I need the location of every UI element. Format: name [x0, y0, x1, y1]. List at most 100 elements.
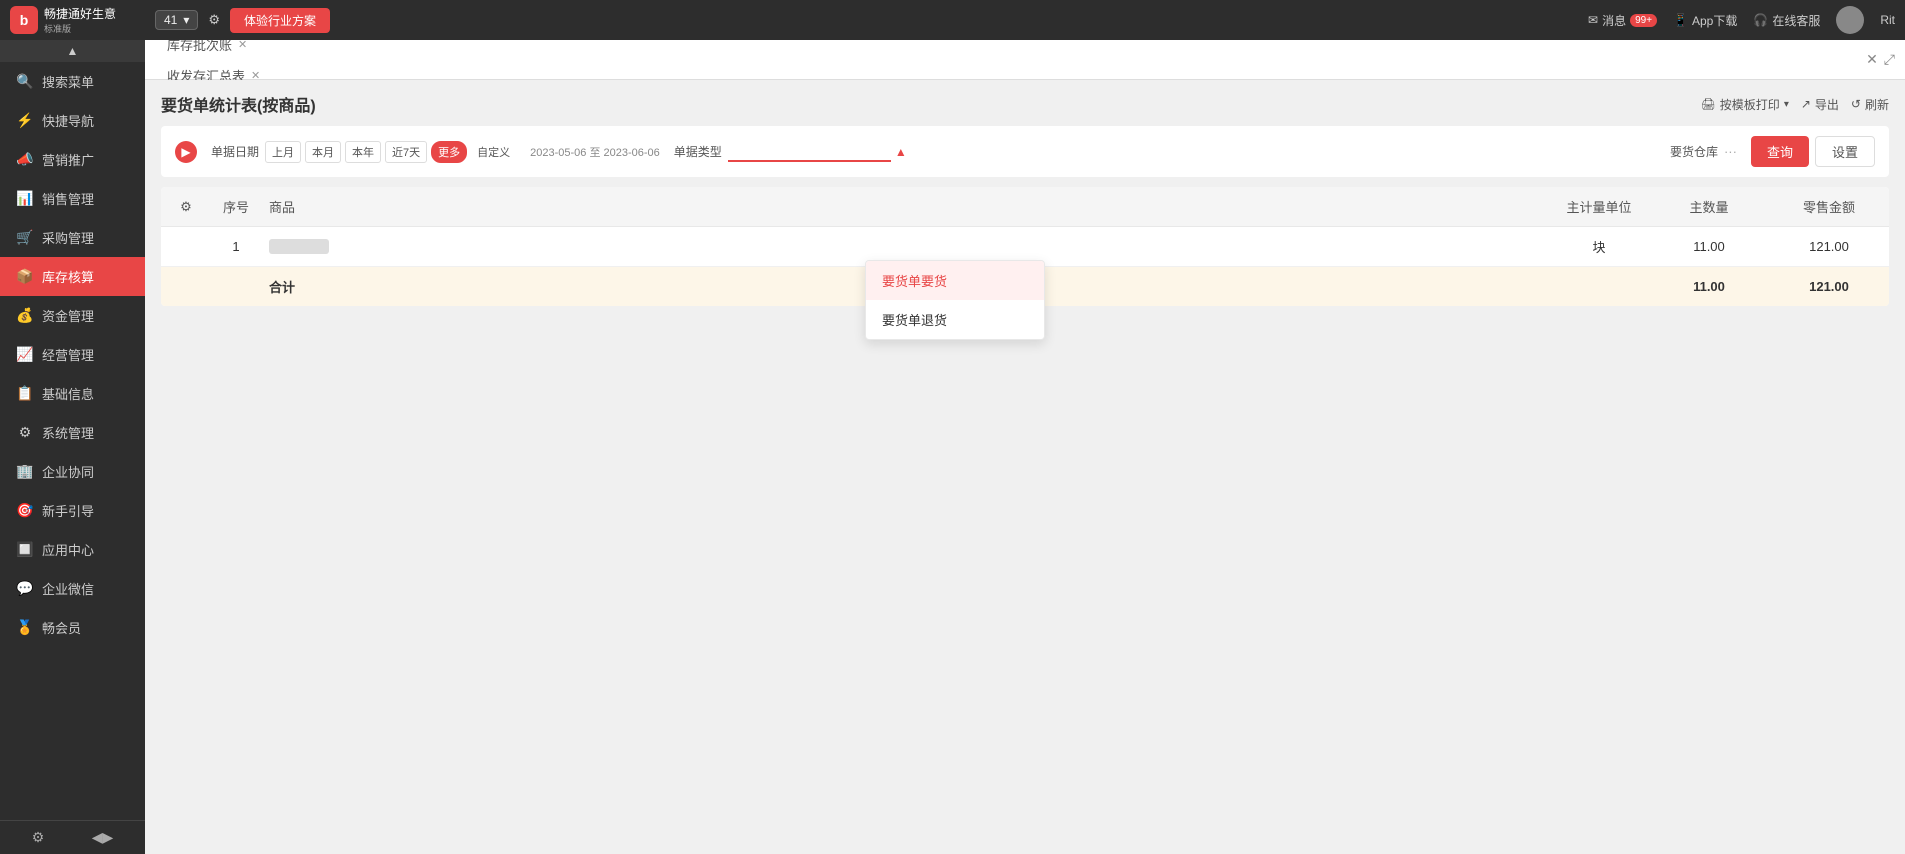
settings-bottom-icon[interactable]: ⚙ [32, 829, 45, 846]
product-name-blurred: ██ ████ [269, 239, 329, 254]
sidebar-item-sales[interactable]: 📊 销售管理 [0, 179, 145, 218]
tab-batch[interactable]: 库存批次账✕ [155, 40, 272, 60]
filter-panel: ▶ 单据日期 上月 本月 本年 近7天 更多 自定义 2023-05-06 至 … [161, 126, 1889, 177]
collapse-icon[interactable]: ◀▶ [92, 829, 114, 846]
sidebar-item-app-center[interactable]: 🔲 应用中心 [0, 530, 145, 569]
settings-button[interactable]: 设置 [1815, 136, 1875, 167]
message-icon: ✉ [1588, 13, 1598, 27]
sidebar-item-basic[interactable]: 📋 基础信息 [0, 374, 145, 413]
finance-icon: 💰 [16, 307, 34, 325]
app-download-item[interactable]: 📱 App下载 [1673, 12, 1737, 29]
order-type-select-wrap: ▲ [728, 142, 907, 162]
order-type-input[interactable] [728, 142, 891, 162]
page-actions: 🖨 按模板打印 ▾ ↗ 导出 ↺ 刷新 [1701, 96, 1889, 113]
header-unit: 主计量单位 [1549, 187, 1649, 226]
date-range-display: 2023-05-06 至 2023-06-06 [530, 144, 660, 160]
filter-date-group: 单据日期 上月 本月 本年 近7天 更多 自定义 [211, 141, 516, 163]
warehouse-more-icon[interactable]: ··· [1724, 144, 1737, 159]
dropdown-item-order-return[interactable]: 要货单退货 [866, 300, 1044, 339]
sidebar-item-finance[interactable]: 💰 资金管理 [0, 296, 145, 335]
sidebar: ▲ 🔍 搜索菜单 ⚡ 快捷导航 📣 营销推广 📊 销售管理 🛒 采购管理 📦 库… [0, 40, 145, 854]
store-selector[interactable]: 41 ▾ [155, 10, 198, 30]
filter-actions: 查询 设置 [1751, 136, 1875, 167]
refresh-icon: ↺ [1851, 97, 1861, 111]
header-settings[interactable]: ⚙ [161, 187, 211, 226]
query-button[interactable]: 查询 [1751, 136, 1809, 167]
cur-year-btn[interactable]: 本年 [345, 141, 381, 163]
sidebar-item-search[interactable]: 🔍 搜索菜单 [0, 62, 145, 101]
messages-item[interactable]: ✉ 消息 99+ [1588, 12, 1657, 29]
sidebar-label-purchase: 采购管理 [42, 228, 94, 247]
sidebar-item-inventory[interactable]: 📦 库存核算 [0, 257, 145, 296]
content-area: 首页库存批次账✕收发存汇总表✕要货单统计表✕ ✕ ⤢ 要货单统计表(按商品) 🖨… [145, 40, 1905, 854]
gear-icon[interactable]: ⚙ [208, 12, 220, 28]
app-download-label: App下载 [1692, 12, 1737, 29]
sidebar-item-wechat[interactable]: 💬 企业微信 [0, 569, 145, 608]
header-no: 序号 [211, 187, 261, 226]
newbie-icon: 🎯 [16, 502, 34, 520]
row-amount-0: 121.00 [1769, 227, 1889, 266]
sidebar-label-basic: 基础信息 [42, 384, 94, 403]
filter-toggle-btn[interactable]: ▶ [175, 141, 197, 163]
user-name-text: Rit [1880, 13, 1895, 27]
tab-bar-right: ✕ ⤢ [1866, 51, 1895, 68]
system-icon: ⚙ [16, 424, 34, 442]
order-type-label: 单据类型 [674, 143, 722, 160]
wechat-icon: 💬 [16, 580, 34, 598]
search-icon: 🔍 [16, 73, 34, 91]
date-range-buttons: 上月 本月 本年 近7天 更多 自定义 [265, 141, 516, 163]
online-service-item[interactable]: 🎧 在线客服 [1753, 12, 1820, 29]
recent-7days-btn[interactable]: 近7天 [385, 141, 427, 163]
close-all-icon[interactable]: ✕ [1866, 51, 1878, 68]
store-number: 41 [164, 13, 177, 27]
sidebar-item-marketing[interactable]: 📣 营销推广 [0, 140, 145, 179]
logo-icon: b [10, 6, 38, 34]
footer-no-col [211, 267, 261, 306]
app-center-icon: 🔲 [16, 541, 34, 559]
sidebar-item-system[interactable]: ⚙ 系统管理 [0, 413, 145, 452]
messages-badge: 99+ [1630, 14, 1657, 27]
sidebar-label-enterprise: 企业协同 [42, 462, 94, 481]
sidebar-label-operations: 经营管理 [42, 345, 94, 364]
chevron-down-icon: ▾ [183, 13, 189, 27]
sidebar-item-operations[interactable]: 📈 经营管理 [0, 335, 145, 374]
avatar[interactable] [1836, 6, 1864, 34]
export-icon: ↗ [1801, 97, 1811, 111]
sidebar-label-app-center: 应用中心 [42, 540, 94, 559]
prev-month-btn[interactable]: 上月 [265, 141, 301, 163]
header-center: 41 ▾ ⚙ 体验行业方案 [155, 8, 1588, 33]
sidebar-item-member[interactable]: 🏅 畅会员 [0, 608, 145, 647]
tab-close-batch[interactable]: ✕ [238, 40, 247, 51]
print-template-action[interactable]: 🖨 按模板打印 ▾ [1701, 96, 1789, 113]
tab-bar: 首页库存批次账✕收发存汇总表✕要货单统计表✕ ✕ ⤢ [145, 40, 1905, 80]
row-unit-0: 块 [1549, 227, 1649, 266]
trial-button[interactable]: 体验行业方案 [230, 8, 330, 33]
operations-icon: 📈 [16, 346, 34, 364]
shortcut-icon: ⚡ [16, 112, 34, 130]
sidebar-items-container: 🔍 搜索菜单 ⚡ 快捷导航 📣 营销推广 📊 销售管理 🛒 采购管理 📦 库存核… [0, 62, 145, 647]
export-action[interactable]: ↗ 导出 [1801, 96, 1839, 113]
sidebar-label-system: 系统管理 [42, 423, 94, 442]
select-arrow-up-icon[interactable]: ▲ [895, 145, 907, 159]
custom-date-btn[interactable]: 自定义 [471, 141, 516, 163]
sidebar-scroll-up[interactable]: ▲ [0, 40, 145, 62]
more-date-btn[interactable]: 更多 [431, 141, 467, 163]
refresh-label: 刷新 [1865, 96, 1889, 113]
sidebar-item-shortcut[interactable]: ⚡ 快捷导航 [0, 101, 145, 140]
sidebar-item-newbie[interactable]: 🎯 新手引导 [0, 491, 145, 530]
filter-warehouse-group: 要货仓库 ··· [1670, 143, 1737, 160]
sidebar-item-purchase[interactable]: 🛒 采购管理 [0, 218, 145, 257]
row-qty-0: 11.00 [1649, 227, 1769, 266]
chevron-down-icon: ▾ [1784, 99, 1789, 110]
cur-month-btn[interactable]: 本月 [305, 141, 341, 163]
enterprise-icon: 🏢 [16, 463, 34, 481]
sidebar-item-enterprise[interactable]: 🏢 企业协同 [0, 452, 145, 491]
sidebar-label-inventory: 库存核算 [42, 267, 94, 286]
header-amount: 零售金额 [1769, 187, 1889, 226]
sidebar-label-sales: 销售管理 [42, 189, 94, 208]
dropdown-item-order-demand[interactable]: 要货单要货 [866, 261, 1044, 300]
expand-icon[interactable]: ⤢ [1884, 51, 1895, 68]
row-no-0: 1 [211, 227, 261, 266]
refresh-action[interactable]: ↺ 刷新 [1851, 96, 1889, 113]
page-content: 要货单统计表(按商品) 🖨 按模板打印 ▾ ↗ 导出 ↺ 刷新 [145, 80, 1905, 854]
